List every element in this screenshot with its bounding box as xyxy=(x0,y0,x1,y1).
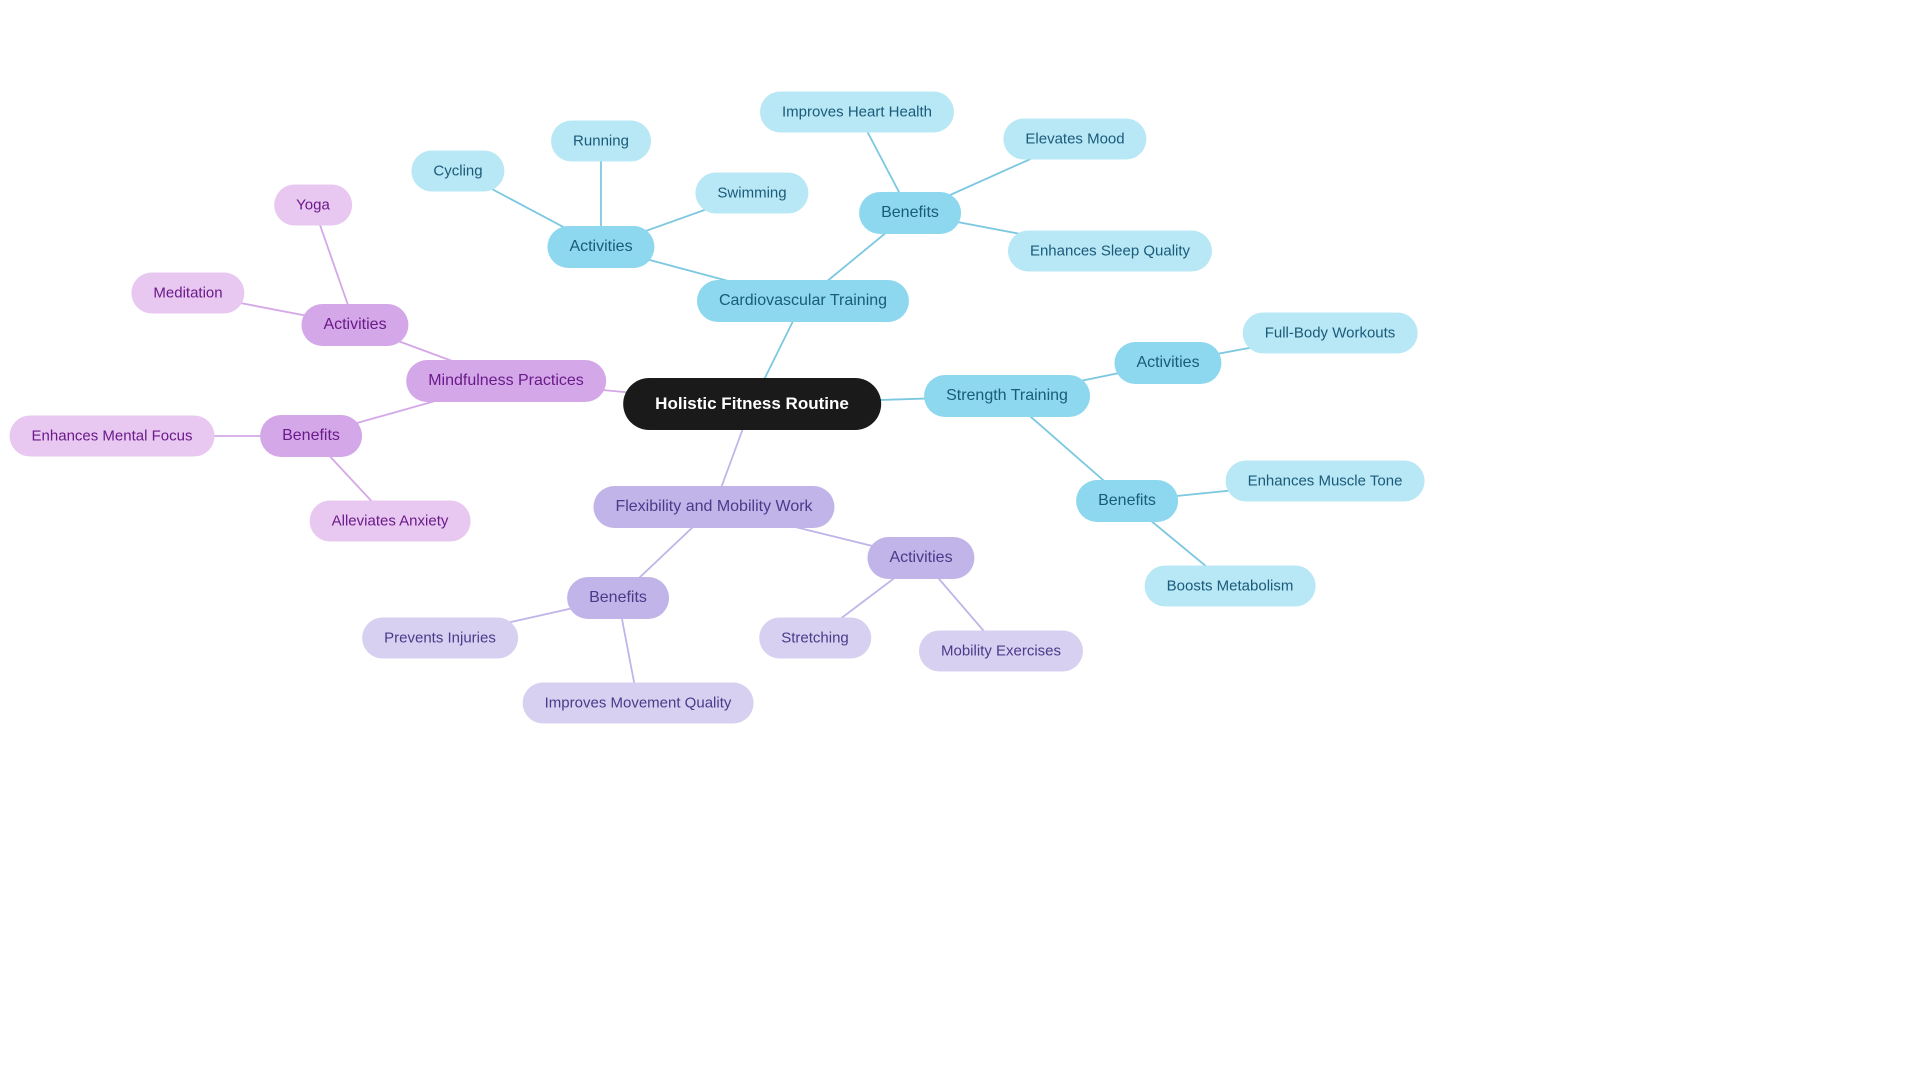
node-running: Running xyxy=(551,121,651,162)
node-metabolism: Boosts Metabolism xyxy=(1145,566,1316,607)
node-mood: Elevates Mood xyxy=(1003,119,1146,160)
node-mind-bens: Benefits xyxy=(260,415,362,457)
node-swimming: Swimming xyxy=(695,173,808,214)
node-strength: Strength Training xyxy=(924,375,1090,417)
node-cycling: Cycling xyxy=(411,151,504,192)
node-yoga: Yoga xyxy=(274,185,352,226)
node-movement: Improves Movement Quality xyxy=(523,683,754,724)
node-mobility: Mobility Exercises xyxy=(919,631,1083,672)
node-flex-bens: Benefits xyxy=(567,577,669,619)
node-stretching: Stretching xyxy=(759,618,871,659)
node-flex-acts: Activities xyxy=(867,537,974,579)
node-meditation: Meditation xyxy=(131,273,244,314)
node-sleep: Enhances Sleep Quality xyxy=(1008,231,1212,272)
node-flex: Flexibility and Mobility Work xyxy=(593,486,834,528)
node-cardio: Cardiovascular Training xyxy=(697,280,909,322)
node-fullbody: Full-Body Workouts xyxy=(1243,313,1418,354)
node-cardio-bens: Benefits xyxy=(859,192,961,234)
node-mind-acts: Activities xyxy=(301,304,408,346)
node-center: Holistic Fitness Routine xyxy=(623,378,881,430)
node-mindful: Mindfulness Practices xyxy=(406,360,606,402)
node-anxiety: Alleviates Anxiety xyxy=(310,501,471,542)
node-heart: Improves Heart Health xyxy=(760,92,954,133)
node-injuries: Prevents Injuries xyxy=(362,618,518,659)
node-str-bens: Benefits xyxy=(1076,480,1178,522)
node-muscle: Enhances Muscle Tone xyxy=(1226,461,1425,502)
node-mental: Enhances Mental Focus xyxy=(10,416,215,457)
node-str-acts: Activities xyxy=(1114,342,1221,384)
node-cardio-acts: Activities xyxy=(547,226,654,268)
